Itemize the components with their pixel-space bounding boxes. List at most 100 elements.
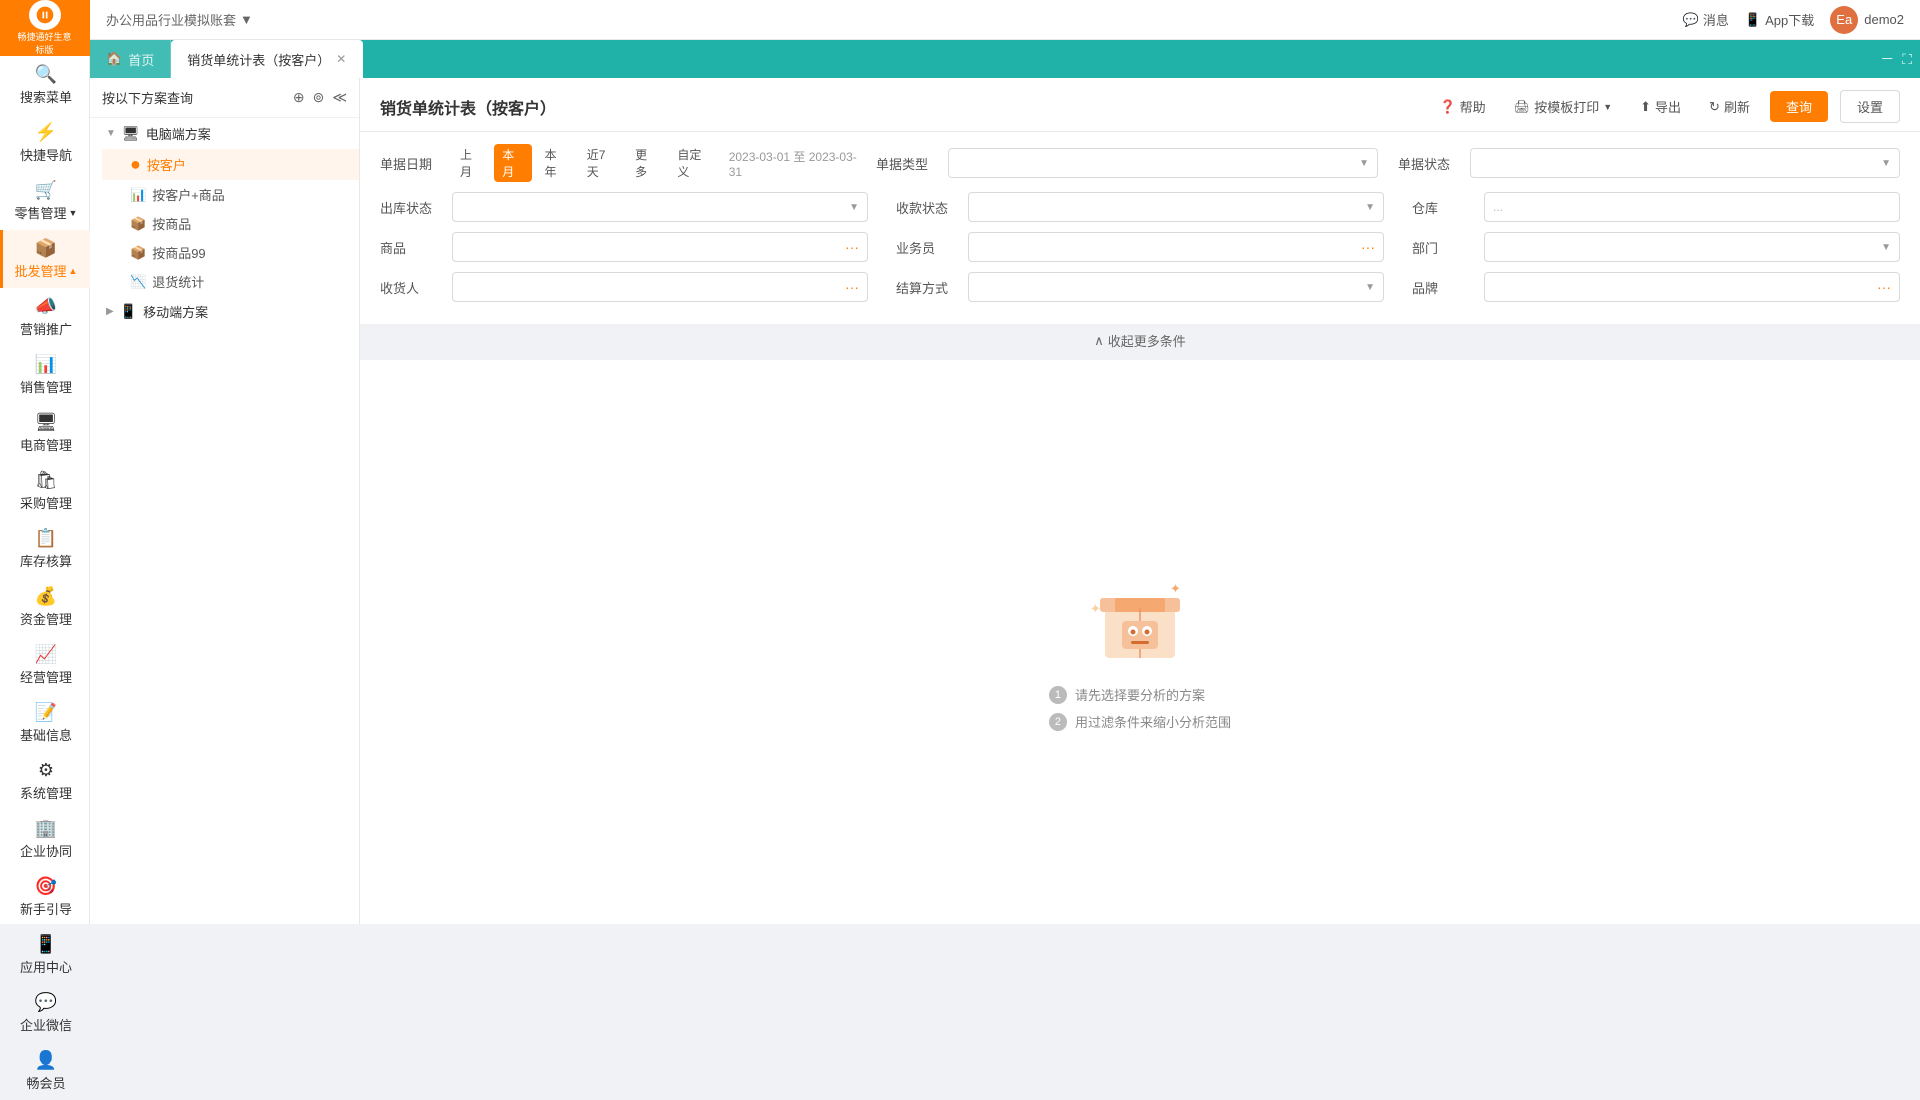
tab-minimize-btn[interactable]: － (1880, 49, 1894, 69)
sidebar-item-inventory[interactable]: 📋 库存核算 (0, 520, 90, 578)
scheme-return-stat[interactable]: 📉 退货统计 (102, 267, 359, 296)
message-btn[interactable]: 💬 消息 (1683, 10, 1729, 29)
out-status-arrow-icon: ▼ (849, 202, 859, 213)
date-tab-this-month[interactable]: 本月 (494, 144, 532, 182)
by-customer-icon: ● (130, 154, 141, 175)
collapse-bar[interactable]: ∧ 收起更多条件 (360, 324, 1920, 356)
left-panel: 按以下方案查询 ⊕ ⊚ ≪ ▼ 🖥 电脑端方案 ● 按客户 📊 (90, 78, 360, 924)
product-label: 商品 (380, 238, 440, 257)
base-icon: 📝 (35, 702, 57, 723)
date-tab-more[interactable]: 更多 (627, 144, 665, 182)
scheme-by-customer[interactable]: ● 按客户 (102, 149, 359, 180)
sidebar-item-retail[interactable]: 🛒 零售管理 ▼ (0, 172, 90, 230)
date-tabs: 上月 本月 本年 近7天 更多 自定义 (452, 144, 719, 182)
hint-num-1: 1 (1049, 686, 1067, 704)
sidebar-item-newbie[interactable]: 🎯 新手引导 (0, 868, 90, 926)
scheme-by-customer-product[interactable]: 📊 按客户+商品 (102, 180, 359, 209)
doc-type-label: 单据类型 (876, 154, 936, 173)
mobile-group[interactable]: ▶ 📱 移动端方案 (90, 296, 359, 327)
payment-status-select[interactable]: ▼ (968, 192, 1384, 222)
mobile-group-toggle-icon: ▶ (106, 306, 114, 317)
dept-select[interactable]: ▼ (1484, 232, 1900, 262)
tabs-right: － ⛶ (1880, 40, 1920, 78)
product-select[interactable]: ··· (452, 232, 868, 262)
sidebar-item-search[interactable]: 🔍 搜索菜单 (0, 56, 90, 114)
sidebar-item-system[interactable]: ⚙ 系统管理 (0, 752, 90, 810)
group-toggle-icon: ▼ (106, 128, 116, 139)
out-status-select[interactable]: ▼ (452, 192, 868, 222)
search-icon: 🔍 (35, 64, 57, 85)
tab-maximize-btn[interactable]: ⛶ (1902, 51, 1912, 68)
tab-sales-stat[interactable]: 销货单统计表（按客户） ✕ (171, 40, 363, 78)
date-tab-7days[interactable]: 近7天 (579, 144, 623, 182)
retail-arrow: ▼ (69, 208, 78, 218)
sidebar-item-marketing[interactable]: 📣 营销推广 (0, 288, 90, 346)
tab-close-icon[interactable]: ✕ (336, 52, 346, 66)
sidebar-item-wechat[interactable]: 💬 企业微信 (0, 984, 90, 1042)
warehouse-select[interactable]: ... (1484, 192, 1900, 222)
settlement-select[interactable]: ▼ (968, 272, 1384, 302)
consignee-dots-icon[interactable]: ··· (845, 279, 859, 295)
consignee-select[interactable]: ··· (452, 272, 868, 302)
filter-row-2: 出库状态 ▼ 收款状态 ▼ 仓库 ... (380, 192, 1900, 222)
doc-type-arrow-icon: ▼ (1359, 158, 1369, 169)
return-stat-icon: 📉 (130, 274, 146, 290)
help-icon: ❓ (1439, 99, 1455, 115)
empty-hint-2: 2 用过滤条件来缩小分析范围 (1049, 712, 1231, 731)
date-tab-last-month[interactable]: 上月 (452, 144, 490, 182)
ecommerce-icon: 🖥 (35, 412, 58, 433)
settings-btn[interactable]: 设置 (1840, 90, 1900, 123)
sidebar-item-member[interactable]: 👤 畅会员 (0, 1042, 90, 1100)
sidebar-item-app-center[interactable]: 📱 应用中心 (0, 926, 90, 984)
out-status-label: 出库状态 (380, 198, 440, 217)
add-scheme-icon[interactable]: ⊕ (293, 89, 305, 106)
doc-type-select[interactable]: ▼ (948, 148, 1378, 178)
brand-dots-icon[interactable]: ··· (1877, 279, 1891, 295)
system-icon: ⚙ (38, 760, 54, 781)
salesperson-label: 业务员 (896, 238, 956, 257)
date-tab-custom[interactable]: 自定义 (669, 144, 718, 182)
scheme-by-product-99[interactable]: 📦 按商品99 (102, 238, 359, 267)
tab-home[interactable]: 🏠 首页 (90, 40, 171, 78)
settings-scheme-icon[interactable]: ⊚ (313, 89, 325, 106)
app-download-btn[interactable]: 📱 App下载 (1745, 10, 1814, 29)
help-btn[interactable]: ❓ 帮助 (1431, 93, 1493, 120)
refresh-btn[interactable]: ↻ 刷新 (1701, 93, 1758, 120)
sidebar-item-operations[interactable]: 📈 经营管理 (0, 636, 90, 694)
sidebar-item-ecommerce[interactable]: 🖥 电商管理 (0, 404, 90, 462)
sidebar-item-quick-nav[interactable]: ⚡ 快捷导航 (0, 114, 90, 172)
svg-text:✦: ✦ (1090, 601, 1101, 616)
sidebar-item-base[interactable]: 📝 基础信息 (0, 694, 90, 752)
brand-select[interactable]: ··· (1484, 272, 1900, 302)
main-area: 办公用品行业模拟账套 ▼ 💬 消息 📱 App下载 Ea demo2 🏠 (90, 0, 1920, 924)
wholesale-icon: 📦 (35, 238, 57, 259)
collapse-panel-icon[interactable]: ≪ (332, 89, 347, 106)
desktop-icon: 🖥 (122, 125, 140, 142)
desktop-group[interactable]: ▼ 🖥 电脑端方案 (90, 118, 359, 149)
sidebar-item-wholesale[interactable]: 📦 批发管理 ▲ (0, 230, 90, 288)
export-icon: ⬆ (1640, 99, 1651, 115)
export-btn[interactable]: ⬆ 导出 (1632, 93, 1689, 120)
empty-hints: 1 请先选择要分析的方案 2 用过滤条件来缩小分析范围 (1049, 685, 1231, 731)
topbar-right: 💬 消息 📱 App下载 Ea demo2 (1683, 6, 1904, 34)
sidebar-item-enterprise[interactable]: 🏢 企业协同 (0, 810, 90, 868)
query-btn[interactable]: 查询 (1770, 91, 1828, 122)
date-tab-this-year[interactable]: 本年 (536, 144, 574, 182)
user-profile[interactable]: Ea demo2 (1830, 6, 1904, 34)
wechat-icon: 💬 (35, 992, 57, 1013)
doc-status-select[interactable]: ▼ (1470, 148, 1900, 178)
filter-row-3: 商品 ··· 业务员 ··· 部门 ▼ (380, 232, 1900, 262)
page-header: 销货单统计表（按客户） ❓ 帮助 🖨 按模板打印 ▼ ⬆ (360, 78, 1920, 132)
wholesale-arrow: ▲ (69, 266, 78, 276)
sidebar-item-sales[interactable]: 📊 销售管理 (0, 346, 90, 404)
topbar-dropdown[interactable]: 办公用品行业模拟账套 ▼ (106, 10, 253, 29)
sidebar-item-finance[interactable]: 💰 资金管理 (0, 578, 90, 636)
salesperson-dots-icon[interactable]: ··· (1361, 239, 1375, 255)
sidebar-item-purchase[interactable]: 🛍 采购管理 (0, 462, 90, 520)
print-btn[interactable]: 🖨 按模板打印 ▼ (1506, 93, 1620, 120)
product-dots-icon[interactable]: ··· (845, 239, 859, 255)
salesperson-select[interactable]: ··· (968, 232, 1384, 262)
scheme-by-product[interactable]: 📦 按商品 (102, 209, 359, 238)
payment-status-arrow-icon: ▼ (1365, 202, 1375, 213)
page-actions: ❓ 帮助 🖨 按模板打印 ▼ ⬆ 导出 ↻ (1431, 90, 1900, 123)
